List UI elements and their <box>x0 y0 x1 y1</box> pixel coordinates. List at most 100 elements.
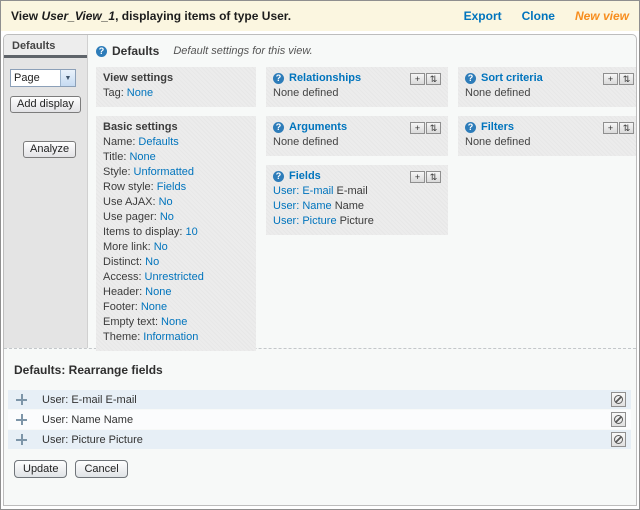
settings-columns: View settings Tag: None Basic settings Na… <box>96 67 636 360</box>
setting-value-link[interactable]: None <box>141 301 167 313</box>
dropdown-arrow-icon: ▼ <box>60 70 75 86</box>
help-icon[interactable]: ? <box>273 122 284 133</box>
drag-handle-icon[interactable] <box>16 434 27 445</box>
field-suffix: Name <box>334 200 365 212</box>
rearrange-icon[interactable]: ⇅ <box>426 121 441 134</box>
setting-value-link[interactable]: None <box>129 151 155 163</box>
view-settings-title: View settings <box>103 72 174 84</box>
new-view-link[interactable]: New view <box>575 9 629 23</box>
field-link[interactable]: User: Picture <box>273 215 337 227</box>
setting-value-link[interactable]: None <box>145 286 171 298</box>
setting-row: Distinct: No <box>103 255 249 270</box>
export-link[interactable]: Export <box>464 9 502 23</box>
add-display-button[interactable]: Add display <box>10 96 81 113</box>
field-link[interactable]: User: E-mail <box>273 185 334 197</box>
setting-value-link[interactable]: None <box>161 316 187 328</box>
view-name: User_View_1 <box>41 9 116 23</box>
drag-handle-icon[interactable] <box>16 414 27 425</box>
setting-value-link[interactable]: No <box>160 211 174 223</box>
help-icon[interactable]: ? <box>465 73 476 84</box>
arguments-title-link[interactable]: Arguments <box>289 120 347 135</box>
rearrange-icon[interactable]: ⇅ <box>426 170 441 183</box>
filters-empty: None defined <box>465 136 531 148</box>
relationships-title-link[interactable]: Relationships <box>289 71 361 86</box>
rearrange-icon[interactable]: ⇅ <box>619 72 634 85</box>
setting-value-link[interactable]: No <box>159 196 173 208</box>
setting-value-link[interactable]: Unformatted <box>134 166 195 178</box>
box-buttons: + ⇅ <box>410 170 441 183</box>
rearrange-row[interactable]: User: Picture Picture <box>8 430 631 449</box>
setting-label: Title: <box>103 151 127 163</box>
add-icon[interactable]: + <box>410 72 425 85</box>
setting-value-link[interactable]: 10 <box>185 226 197 238</box>
sidebar-body: Page ▼ Add display Analyze <box>4 58 87 158</box>
setting-value-link[interactable]: No <box>154 241 168 253</box>
field-item: User: Picture Picture <box>273 214 441 229</box>
help-icon[interactable]: ? <box>465 122 476 133</box>
filters-title-link[interactable]: Filters <box>481 120 514 135</box>
setting-label: Theme: <box>103 331 141 343</box>
rearrange-row-label: User: E-mail E-mail <box>42 393 137 406</box>
add-icon[interactable]: + <box>603 72 618 85</box>
analyze-button[interactable]: Analyze <box>23 141 77 158</box>
setting-value-link[interactable]: Unrestricted <box>145 271 204 283</box>
setting-label: Distinct: <box>103 256 143 268</box>
filters-header: ? Filters + ⇅ <box>465 120 634 135</box>
setting-label: Empty text: <box>103 316 159 328</box>
setting-label: Name: <box>103 136 136 148</box>
setting-row: Footer: None <box>103 300 249 315</box>
remove-button[interactable] <box>611 412 626 427</box>
help-icon[interactable]: ? <box>273 171 284 182</box>
rearrange-row[interactable]: User: E-mail E-mail <box>8 390 631 409</box>
setting-row: Use pager: No <box>103 210 249 225</box>
display-heading: ? Defaults Default settings for this vie… <box>96 44 636 58</box>
remove-icon <box>614 395 623 404</box>
add-icon[interactable]: + <box>410 170 425 183</box>
field-suffix: Picture <box>339 215 374 227</box>
field-link[interactable]: User: Name <box>273 200 332 212</box>
column-middle: ? Relationships + ⇅ None defined ? Argum… <box>266 67 448 244</box>
rearrange-icon[interactable]: ⇅ <box>619 121 634 134</box>
box-buttons: + ⇅ <box>603 72 634 85</box>
update-button[interactable]: Update <box>14 460 68 478</box>
rearrange-row[interactable]: User: Name Name <box>8 410 631 429</box>
display-heading-description: Default settings for this view. <box>173 45 313 57</box>
setting-label: Use pager: <box>103 211 157 223</box>
help-icon[interactable]: ? <box>96 45 107 57</box>
page-title: View User_View_1, displaying items of ty… <box>11 9 464 23</box>
setting-value-link[interactable]: Defaults <box>138 136 178 148</box>
box-buttons: + ⇅ <box>410 121 441 134</box>
setting-value-link[interactable]: Fields <box>157 181 186 193</box>
setting-row: Name: Defaults <box>103 135 249 150</box>
field-suffix: E-mail <box>336 185 368 197</box>
setting-row: Style: Unformatted <box>103 165 249 180</box>
clone-link[interactable]: Clone <box>522 9 555 23</box>
sort-criteria-empty: None defined <box>465 87 531 99</box>
display-type-select[interactable]: Page ▼ <box>10 69 76 87</box>
tab-defaults[interactable]: Defaults <box>4 35 87 58</box>
help-icon[interactable]: ? <box>273 73 284 84</box>
sort-criteria-title-link[interactable]: Sort criteria <box>481 71 543 86</box>
setting-value-link[interactable]: None <box>127 87 153 99</box>
drag-handle-icon[interactable] <box>16 394 27 405</box>
sort-criteria-box: ? Sort criteria + ⇅ None defined <box>458 67 636 107</box>
setting-value-link[interactable]: Information <box>143 331 198 343</box>
rearrange-fields-form: Defaults: Rearrange fields User: E-mail … <box>4 349 636 478</box>
add-icon[interactable]: + <box>603 121 618 134</box>
fields-header: ? Fields + ⇅ <box>273 169 441 184</box>
remove-button[interactable] <box>611 432 626 447</box>
setting-row: Row style: Fields <box>103 180 249 195</box>
display-heading-title: Defaults <box>112 44 160 58</box>
arguments-box: ? Arguments + ⇅ None defined <box>266 116 448 156</box>
fields-title-link[interactable]: Fields <box>289 169 321 184</box>
setting-value-link[interactable]: No <box>145 256 159 268</box>
arguments-header: ? Arguments + ⇅ <box>273 120 441 135</box>
arguments-empty: None defined <box>273 136 339 148</box>
view-settings-box: View settings Tag: None <box>96 67 256 107</box>
add-icon[interactable]: + <box>410 121 425 134</box>
remove-button[interactable] <box>611 392 626 407</box>
box-buttons: + ⇅ <box>410 72 441 85</box>
cancel-button[interactable]: Cancel <box>75 460 128 478</box>
setting-row: Header: None <box>103 285 249 300</box>
rearrange-icon[interactable]: ⇅ <box>426 72 441 85</box>
